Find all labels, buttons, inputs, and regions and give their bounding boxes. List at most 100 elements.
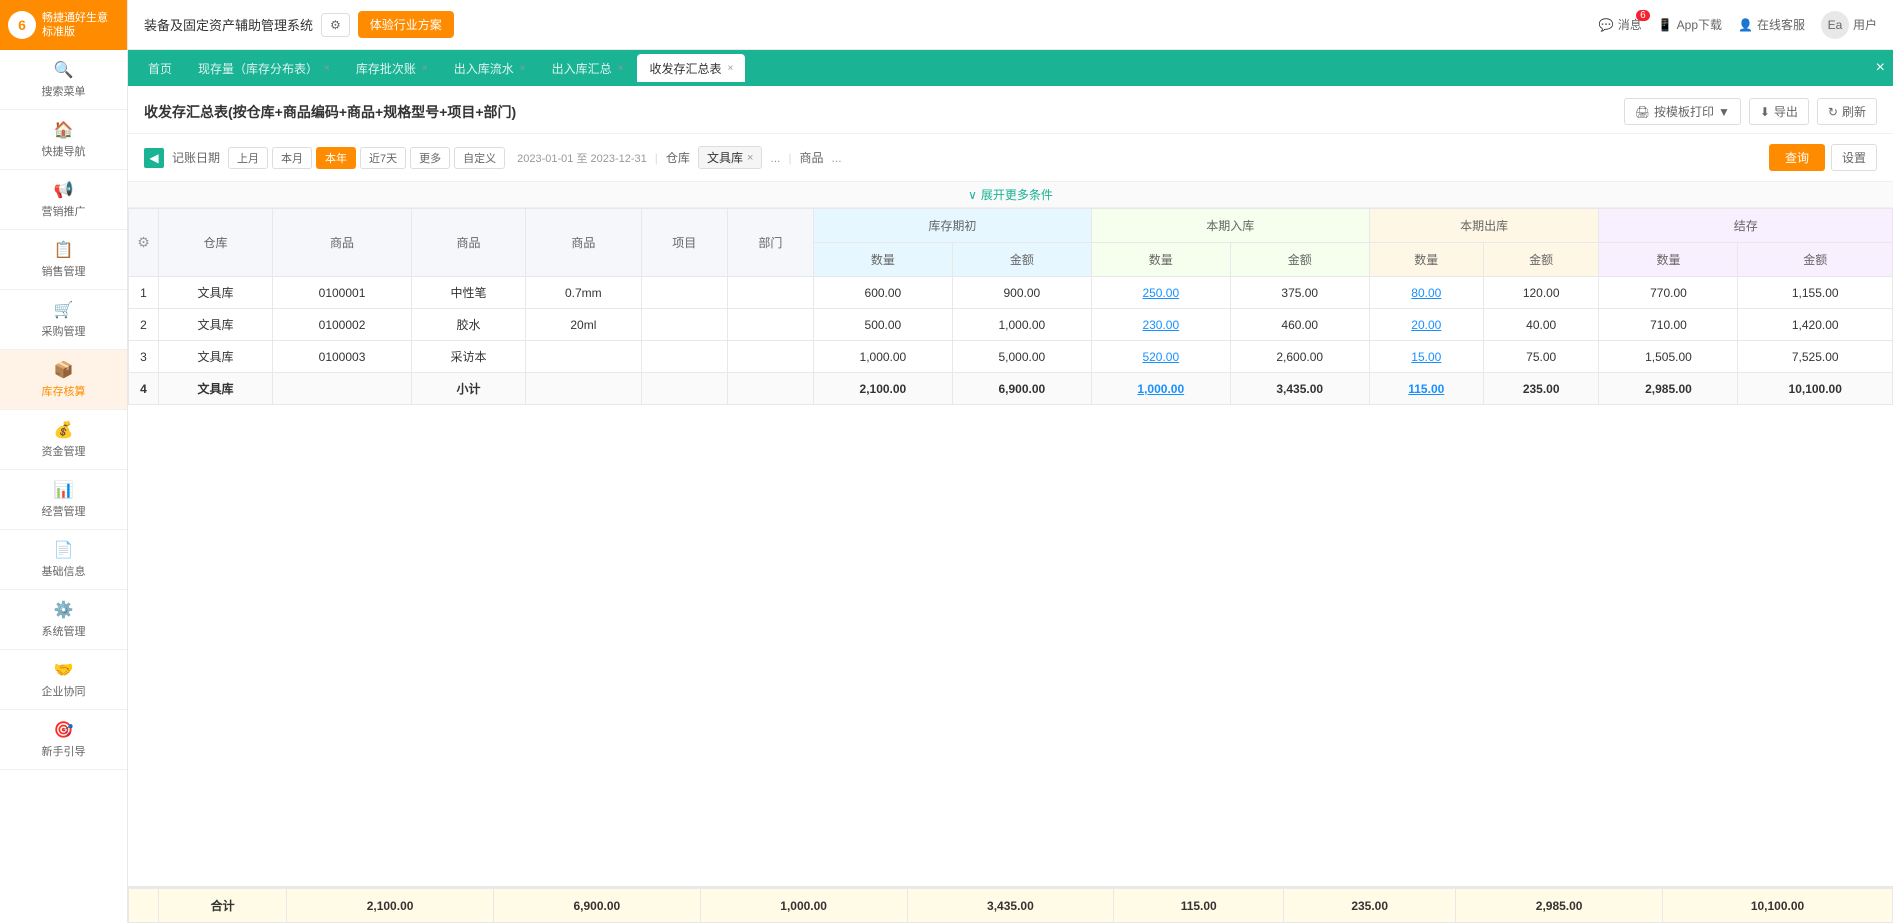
sidebar-item-search[interactable]: 🔍搜索菜单 <box>0 50 127 110</box>
footer-out-qty: 115.00 <box>1114 889 1284 923</box>
th-goods-spec: 商品 <box>526 209 642 277</box>
th-opening-group: 库存期初 <box>813 209 1091 243</box>
warehouse-more[interactable]: ... <box>770 151 780 165</box>
dept <box>727 373 813 405</box>
th-dept: 部门 <box>727 209 813 277</box>
tab-bar-close[interactable]: × <box>1876 59 1885 77</box>
inventory-icon: 📦 <box>54 360 74 380</box>
tab-close-inventory_dist[interactable]: × <box>324 63 330 74</box>
table-footer: 合计 2,100.00 6,900.00 1,000.00 3,435.00 1… <box>128 886 1893 923</box>
goods-name: 小计 <box>412 373 526 405</box>
tab-close-inout_summary[interactable]: × <box>618 63 624 74</box>
tab-label-inout_flow: 出入库流水 <box>454 60 514 77</box>
sidebar-item-purchase[interactable]: 🛒采购管理 <box>0 290 127 350</box>
date-btn-自定义[interactable]: 自定义 <box>454 147 505 169</box>
table-settings-icon[interactable]: ⚙ <box>137 234 150 250</box>
out-qty[interactable]: 80.00 <box>1369 277 1483 309</box>
sidebar-item-inventory[interactable]: 📦库存核算 <box>0 350 127 410</box>
footer-label: 合计 <box>159 889 287 923</box>
sidebar-item-marketing[interactable]: 📢营销推广 <box>0 170 127 230</box>
sidebar-item-basic[interactable]: 📄基础信息 <box>0 530 127 590</box>
chevron-down-icon: ∨ <box>968 188 977 202</box>
project <box>641 373 727 405</box>
filter-toggle-button[interactable]: ◀ <box>144 148 164 168</box>
expand-more-row[interactable]: ∨ 展开更多条件 <box>128 182 1893 208</box>
date-btn-更多[interactable]: 更多 <box>410 147 450 169</box>
header-right: 💬 消息 6 📱 App下载 👤 在线客服 Ea 用户 <box>1599 11 1877 39</box>
table-row: 2文具库0100002胶水20ml500.001,000.00230.00460… <box>129 309 1893 341</box>
filter-actions: 查询 设置 <box>1769 144 1877 171</box>
tab-inout_flow[interactable]: 出入库流水 × <box>442 54 538 82</box>
in-qty[interactable]: 520.00 <box>1091 341 1230 373</box>
refresh-button[interactable]: ↻ 刷新 <box>1817 98 1877 125</box>
sidebar-item-guide[interactable]: 🎯新手引导 <box>0 710 127 770</box>
date-btn-近7天[interactable]: 近7天 <box>360 147 406 169</box>
guide-icon: 🎯 <box>54 720 74 740</box>
query-button[interactable]: 查询 <box>1769 144 1825 171</box>
filter-row-1: ◀ 记账日期 上月本月本年近7天更多自定义 2023-01-01 至 2023-… <box>144 144 1877 171</box>
out-qty[interactable]: 20.00 <box>1369 309 1483 341</box>
project <box>641 309 727 341</box>
sidebar-item-operations[interactable]: 📊经营管理 <box>0 470 127 530</box>
tab-close-batch_ledger[interactable]: × <box>422 63 428 74</box>
row-num: 3 <box>129 341 159 373</box>
date-btn-本年[interactable]: 本年 <box>316 147 356 169</box>
goods-code <box>273 373 412 405</box>
sidebar-item-quicknav[interactable]: 🏠快捷导航 <box>0 110 127 170</box>
messages-action[interactable]: 💬 消息 6 <box>1599 16 1642 33</box>
closing-amt: 1,420.00 <box>1738 309 1893 341</box>
opening-qty: 600.00 <box>813 277 952 309</box>
th-warehouse: 仓库 <box>159 209 273 277</box>
top-header: 装备及固定资产辅助管理系统 ⚙ 体验行业方案 💬 消息 6 📱 App下载 👤 … <box>128 0 1893 50</box>
sidebar-item-system[interactable]: ⚙️系统管理 <box>0 590 127 650</box>
online-service-action[interactable]: 👤 在线客服 <box>1738 16 1805 33</box>
filter-settings-button[interactable]: 设置 <box>1831 144 1877 171</box>
print-button[interactable]: 🖨 按模板打印 ▼ <box>1624 98 1741 125</box>
tab-close-recv_send_summary[interactable]: × <box>727 63 733 74</box>
sidebar-item-sales[interactable]: 📋销售管理 <box>0 230 127 290</box>
th-closing-group: 结存 <box>1599 209 1893 243</box>
in-qty[interactable]: 230.00 <box>1091 309 1230 341</box>
tab-inventory_dist[interactable]: 现存量（库存分布表） × <box>186 54 342 82</box>
sales-icon: 📋 <box>54 240 74 260</box>
th-settings[interactable]: ⚙ <box>129 209 159 277</box>
out-qty[interactable]: 115.00 <box>1369 373 1483 405</box>
tab-recv_send_summary[interactable]: 收发存汇总表 × <box>637 54 745 82</box>
date-btn-上月[interactable]: 上月 <box>228 147 268 169</box>
experience-btn[interactable]: 体验行业方案 <box>358 11 454 38</box>
tab-label-inventory_dist: 现存量（库存分布表） <box>198 60 318 77</box>
th-goods-code: 商品 <box>273 209 412 277</box>
in-qty[interactable]: 250.00 <box>1091 277 1230 309</box>
settings-gear-button[interactable]: ⚙ <box>321 13 350 37</box>
in-amt: 3,435.00 <box>1230 373 1369 405</box>
warehouse-tag: 文具库 × <box>698 146 762 169</box>
warehouse-tag-close[interactable]: × <box>747 152 753 164</box>
project <box>641 341 727 373</box>
export-icon: ⬇ <box>1760 105 1770 119</box>
phone-icon: 📱 <box>1658 18 1673 32</box>
export-button[interactable]: ⬇ 导出 <box>1749 98 1809 125</box>
user-action[interactable]: Ea 用户 <box>1821 11 1877 39</box>
tab-close-inout_flow[interactable]: × <box>520 63 526 74</box>
th-out-amt: 金额 <box>1483 243 1599 277</box>
out-qty[interactable]: 15.00 <box>1369 341 1483 373</box>
date-range: 2023-01-01 至 2023-12-31 <box>517 150 647 166</box>
tab-batch_ledger[interactable]: 库存批次账× <box>344 54 440 82</box>
th-opening-amt: 金额 <box>952 243 1091 277</box>
capital-icon: 💰 <box>54 420 74 440</box>
table-row: 3文具库0100003采访本1,000.005,000.00520.002,60… <box>129 341 1893 373</box>
header-left: 装备及固定资产辅助管理系统 ⚙ 体验行业方案 <box>144 11 454 38</box>
opening-qty: 1,000.00 <box>813 341 952 373</box>
system-icon: ⚙️ <box>54 600 74 620</box>
tab-inout_summary[interactable]: 出入库汇总× <box>540 54 636 82</box>
app-download-action[interactable]: 📱 App下载 <box>1658 16 1722 33</box>
goods-more[interactable]: ... <box>832 151 842 165</box>
in-qty[interactable]: 1,000.00 <box>1091 373 1230 405</box>
sidebar-item-capital[interactable]: 💰资金管理 <box>0 410 127 470</box>
tab-label-recv_send_summary: 收发存汇总表 <box>649 60 721 77</box>
date-btn-本月[interactable]: 本月 <box>272 147 312 169</box>
sidebar-item-enterprise[interactable]: 🤝企业协同 <box>0 650 127 710</box>
purchase-icon: 🛒 <box>54 300 74 320</box>
tab-home[interactable]: 首页 <box>136 54 184 82</box>
closing-qty: 1,505.00 <box>1599 341 1738 373</box>
